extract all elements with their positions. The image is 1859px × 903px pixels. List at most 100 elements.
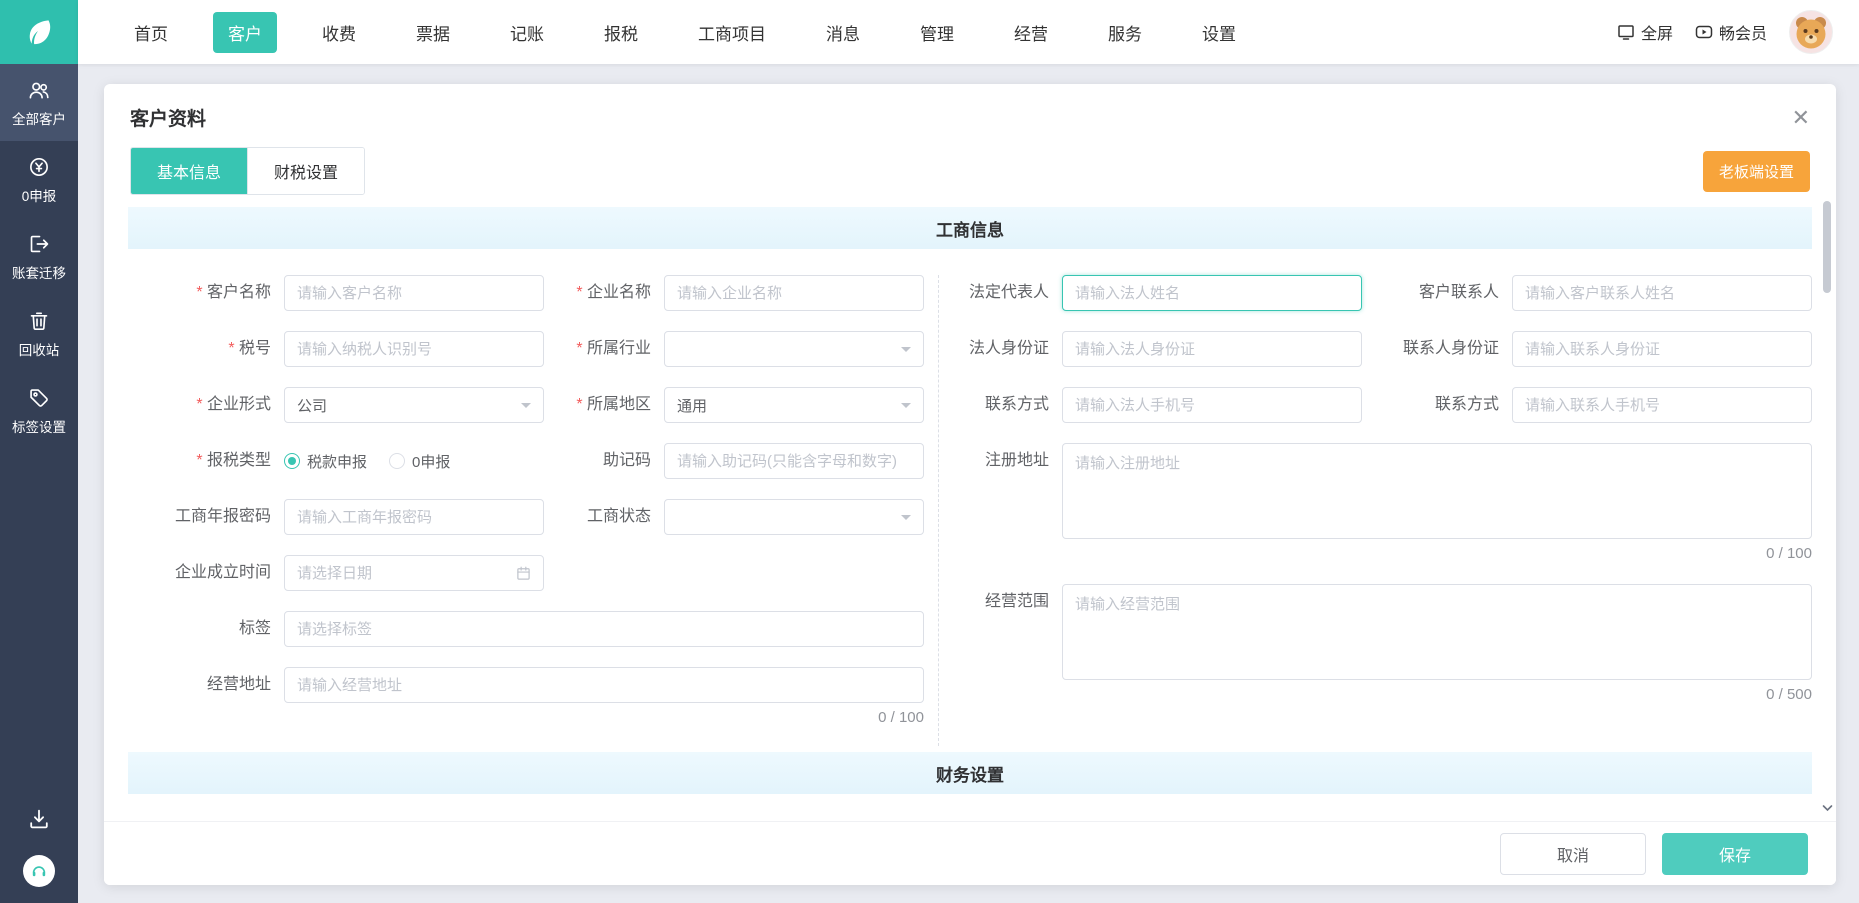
sidebar-item-label: 标签设置 — [12, 420, 66, 435]
top-navbar: 首页 客户 收费 票据 记账 报税 工商项目 消息 管理 经营 服务 设置 全屏 — [78, 0, 1859, 64]
nav-item-bookkeeping[interactable]: 记账 — [495, 12, 559, 53]
business-scope-field — [1062, 584, 1812, 680]
sidebar-item-account-migration[interactable]: 账套迁移 — [0, 218, 78, 295]
contact-person-input[interactable] — [1525, 284, 1799, 302]
field-label: 所属行业 — [544, 331, 664, 367]
content-column: 首页 客户 收费 票据 记账 报税 工商项目 消息 管理 经营 服务 设置 全屏 — [78, 0, 1859, 903]
field-label: 税号 — [134, 331, 284, 367]
app-logo[interactable] — [0, 0, 78, 64]
field-label: 经营范围 — [984, 593, 1049, 610]
company-name-input[interactable] — [677, 284, 911, 302]
legal-id-input[interactable] — [1075, 340, 1349, 358]
navbar-right: 全屏 畅会员 — [1617, 10, 1833, 54]
industry-select[interactable] — [664, 331, 924, 367]
field-label: 工商年报密码 — [174, 508, 271, 525]
contact-id-input[interactable] — [1525, 340, 1799, 358]
nav-item-tax-filing[interactable]: 报税 — [589, 12, 653, 53]
annual-report-password-field — [284, 499, 544, 535]
radio-dot — [284, 453, 300, 469]
field-label: 标签 — [238, 620, 271, 637]
annual-report-password-input[interactable] — [297, 508, 531, 526]
radio-tax-declare[interactable]: 税款申报 — [284, 451, 367, 472]
nav-item-services[interactable]: 服务 — [1093, 12, 1157, 53]
sidebar-item-tag-settings[interactable]: 标签设置 — [0, 372, 78, 449]
sidebar-item-label: 0申报 — [21, 189, 57, 204]
sidebar-item-all-customers[interactable]: 全部客户 — [0, 64, 78, 141]
region-select[interactable]: 通用 — [664, 387, 924, 423]
char-counter: 0 / 100 — [878, 709, 924, 726]
field-label: 经营地址 — [206, 676, 271, 693]
scrollbar[interactable] — [1821, 201, 1833, 815]
fullscreen-button[interactable]: 全屏 — [1617, 20, 1673, 44]
nav-item-management[interactable]: 管理 — [905, 12, 969, 53]
boss-settings-button[interactable]: 老板端设置 — [1702, 150, 1810, 192]
chevron-down-icon — [901, 346, 911, 357]
sidebar-item-label: 账套迁移 — [12, 266, 66, 281]
tax-no-field — [284, 331, 544, 367]
customer-profile-dialog: 客户资料 ✕ 基本信息 财税设置 老板端设置 工商信息 * 客户名称 请输入客户… — [104, 84, 1836, 885]
tabs-group: 基本信息 财税设置 — [130, 147, 366, 195]
legal-phone-field — [1062, 387, 1362, 423]
app-root: 全部客户 0申报 账套迁移 回收站 标签设置 首页 客户 收费 票据 记账 报税… — [0, 0, 1859, 903]
field-label: 企业名称 — [544, 275, 664, 311]
mnemonic-field — [664, 443, 924, 479]
tab-tax-settings[interactable]: 财税设置 — [247, 148, 365, 194]
registered-address-textarea[interactable] — [1075, 452, 1799, 530]
main-area: 客户资料 ✕ 基本信息 财税设置 老板端设置 工商信息 * 客户名称 请输入客户… — [78, 64, 1859, 903]
mnemonic-input[interactable] — [677, 452, 911, 470]
tab-basic-info[interactable]: 基本信息 — [131, 148, 248, 194]
nav-item-customers[interactable]: 客户 — [213, 11, 277, 53]
company-form-select[interactable]: 公司 — [284, 387, 544, 423]
save-button[interactable]: 保存 — [1662, 832, 1808, 875]
support-chat-button[interactable] — [23, 855, 55, 887]
chevron-down-icon[interactable] — [1821, 801, 1833, 815]
business-info-form: 客户名称 企业名称 税号 — [128, 249, 1812, 752]
sidebar-item-recycle-bin[interactable]: 回收站 — [0, 295, 78, 372]
headset-icon — [32, 866, 46, 877]
download-icon[interactable] — [27, 807, 51, 831]
dialog-title: 客户资料 — [130, 109, 207, 130]
nav-item-messages[interactable]: 消息 — [811, 12, 875, 53]
fullscreen-icon — [1618, 25, 1634, 40]
business-address-input[interactable] — [297, 676, 911, 694]
radio-zero-declare[interactable]: 0申报 — [389, 451, 450, 472]
field-label: 企业形式 — [134, 387, 284, 423]
business-status-select[interactable] — [664, 499, 924, 535]
dialog-footer: 取消 保存 — [104, 821, 1836, 885]
nav-item-home[interactable]: 首页 — [119, 12, 183, 53]
nav-item-settings[interactable]: 设置 — [1187, 12, 1251, 53]
scrollbar-thumb[interactable] — [1823, 201, 1831, 293]
section-business-info: 工商信息 — [128, 207, 1812, 249]
nav-item-billing[interactable]: 收费 — [307, 12, 371, 53]
customer-name-input[interactable] — [297, 284, 531, 302]
establish-date-input[interactable] — [297, 564, 517, 582]
legal-phone-input[interactable] — [1075, 396, 1349, 414]
tax-no-input[interactable] — [297, 340, 531, 358]
business-scope-textarea[interactable] — [1075, 593, 1799, 671]
sidebar-item-label: 回收站 — [18, 343, 60, 358]
dialog-body: 工商信息 客户名称 企业名称 — [104, 195, 1836, 821]
establish-date-picker[interactable] — [284, 555, 544, 591]
tags-field — [284, 611, 924, 647]
registered-address-field — [1062, 443, 1812, 539]
legal-person-field — [1062, 275, 1362, 311]
contact-phone-input[interactable] — [1525, 396, 1799, 414]
sidebar-item-zero-declare[interactable]: 0申报 — [0, 141, 78, 218]
nav-item-operations[interactable]: 经营 — [999, 12, 1063, 53]
radio-label: 0申报 — [412, 453, 451, 471]
avatar[interactable] — [1789, 10, 1833, 54]
select-value: 公司 — [297, 397, 328, 415]
cancel-button[interactable]: 取消 — [1500, 832, 1646, 875]
section-finance-settings: 财务设置 — [128, 752, 1812, 794]
legal-person-input[interactable] — [1075, 284, 1349, 302]
nav-item-business-projects[interactable]: 工商项目 — [683, 12, 781, 53]
form-left-pane: 客户名称 企业名称 税号 — [128, 275, 938, 746]
close-icon[interactable]: ✕ — [1792, 106, 1810, 129]
form-right-pane: 法定代表人 客户联系人 法人身份证 — [938, 275, 1812, 746]
nav-item-invoices[interactable]: 票据 — [401, 12, 465, 53]
sidebar-item-label: 全部客户 — [12, 112, 66, 127]
member-button[interactable]: 畅会员 — [1695, 20, 1767, 44]
chevron-down-icon — [901, 402, 911, 413]
tags-input[interactable] — [297, 620, 911, 638]
migrate-arrow-icon — [30, 235, 49, 253]
